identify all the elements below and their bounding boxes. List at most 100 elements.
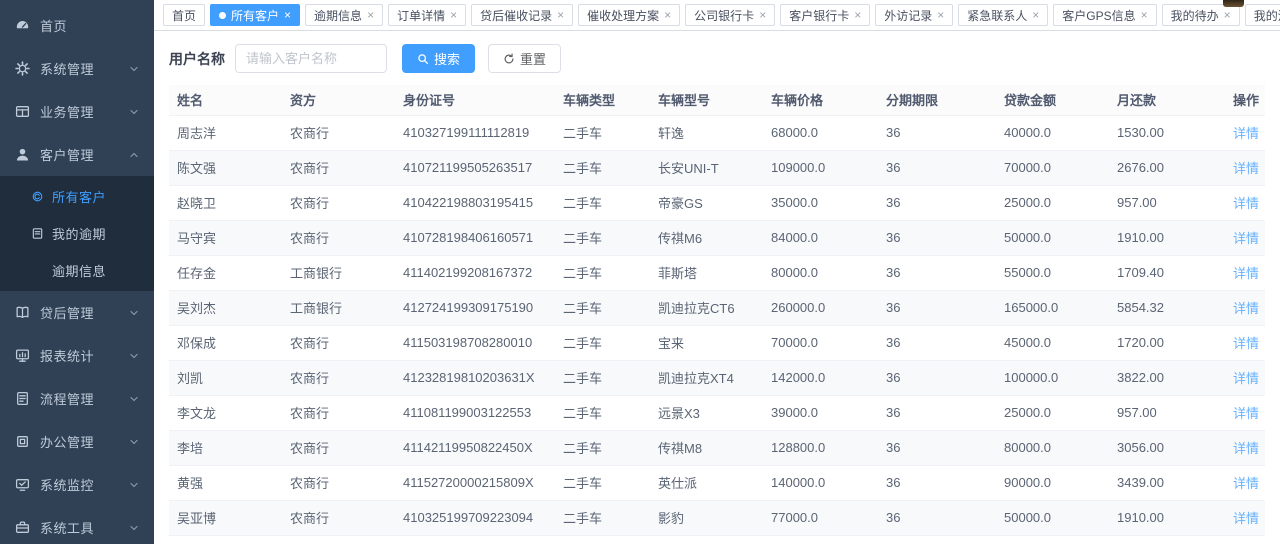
table-cell: 1720.00 [1109, 325, 1219, 360]
detail-link[interactable]: 详情 [1233, 336, 1259, 351]
tab-customer-gps[interactable]: 客户GPS信息 × [1053, 4, 1156, 26]
overdue-book-icon [31, 227, 44, 240]
refresh-icon [503, 53, 515, 65]
column-header: 资方 [282, 85, 395, 115]
sidebar-item-overdue-info[interactable]: 逾期信息 [0, 252, 154, 289]
table-cell [650, 535, 763, 544]
actions-cell: 详情 [1219, 115, 1265, 150]
table-cell: 传祺M8 [650, 430, 763, 465]
detail-link[interactable]: 详情 [1233, 301, 1259, 316]
detail-link[interactable]: 详情 [1233, 196, 1259, 211]
sidebar-item-customer-management[interactable]: 客户管理 [0, 133, 154, 176]
chevron-down-icon [128, 63, 140, 75]
table-cell: 90000.0 [996, 465, 1109, 500]
detail-link[interactable]: 详情 [1233, 441, 1259, 456]
actions-cell: 详情 [1219, 430, 1265, 465]
tab-close-icon[interactable]: × [1032, 9, 1039, 21]
tab-close-icon[interactable]: × [284, 9, 291, 21]
customer-name-input[interactable] [235, 44, 387, 73]
table-cell [878, 535, 996, 544]
table-cell: 36 [878, 255, 996, 290]
table-cell: 二手车 [555, 325, 650, 360]
table-cell: 41152720000215809X [395, 465, 555, 500]
table-cell: 50000.0 [996, 220, 1109, 255]
table-cell: 李培 [169, 430, 282, 465]
tab-close-icon[interactable]: × [854, 9, 861, 21]
table-cell: 411081199003122553 [395, 395, 555, 430]
table-cell: 二手车 [555, 185, 650, 220]
tab-close-icon[interactable]: × [759, 9, 766, 21]
table-cell [395, 535, 555, 544]
chevron-down-icon [128, 479, 140, 491]
table-cell: 刘凯 [169, 360, 282, 395]
search-button[interactable]: 搜索 [402, 44, 475, 73]
tab-collection-records[interactable]: 贷后催收记录 × [471, 4, 573, 26]
detail-link[interactable]: 详情 [1233, 161, 1259, 176]
table-cell: 100000.0 [996, 360, 1109, 395]
sidebar-item-home[interactable]: 首页 [0, 4, 154, 47]
table-cell: 70000.0 [763, 325, 878, 360]
sidebar-item-report-statistics[interactable]: 报表统计 [0, 334, 154, 377]
tab-close-icon[interactable]: × [450, 9, 457, 21]
table-cell: 35000.0 [763, 185, 878, 220]
sidebar-item-my-overdue[interactable]: 我的逾期 [0, 215, 154, 252]
table-cell [763, 535, 878, 544]
chevron-down-icon [128, 393, 140, 405]
tab-visit-records[interactable]: 外访记录 × [875, 4, 953, 26]
sidebar-item-system-tools[interactable]: 系统工具 [0, 506, 154, 544]
detail-link[interactable]: 详情 [1233, 476, 1259, 491]
detail-link[interactable]: 详情 [1233, 266, 1259, 281]
column-header: 分期期限 [878, 85, 996, 115]
sidebar-item-system-monitor[interactable]: 系统监控 [0, 463, 154, 506]
sidebar-item-process-management[interactable]: 流程管理 [0, 377, 154, 420]
tab-all-customers[interactable]: 所有客户 × [210, 4, 300, 26]
table-cell: 宝来 [650, 325, 763, 360]
table-cell: 吴亚博 [169, 500, 282, 535]
tab-close-icon[interactable]: × [1224, 9, 1231, 21]
table-cell: 45000.0 [996, 325, 1109, 360]
detail-link[interactable]: 详情 [1233, 126, 1259, 141]
tab-customer-bank-card[interactable]: 客户银行卡 × [780, 4, 870, 26]
table-cell: 远景X3 [650, 395, 763, 430]
tab-collection-plan[interactable]: 催收处理方案 × [578, 4, 680, 26]
table-cell: 36 [878, 395, 996, 430]
sidebar-item-business-management[interactable]: 业务管理 [0, 90, 154, 133]
tab-close-icon[interactable]: × [367, 9, 374, 21]
table-cell: 任存金 [169, 255, 282, 290]
tab-overdue-info[interactable]: 逾期信息 × [305, 4, 383, 26]
table-cell: 凯迪拉克CT6 [650, 290, 763, 325]
table-cell: 农商行 [282, 430, 395, 465]
tab-close-icon[interactable]: × [557, 9, 564, 21]
column-header: 身份证号 [395, 85, 555, 115]
chevron-down-icon [128, 106, 140, 118]
tab-emergency-contacts[interactable]: 紧急联系人 × [958, 4, 1048, 26]
reset-button[interactable]: 重置 [488, 44, 561, 73]
chevron-up-icon [128, 149, 140, 161]
detail-link[interactable]: 详情 [1233, 406, 1259, 421]
table-cell: 70000.0 [996, 150, 1109, 185]
table-cell: 36 [878, 500, 996, 535]
tab-my-process[interactable]: 我的流程 × [1245, 4, 1280, 26]
tab-close-icon[interactable]: × [1141, 9, 1148, 21]
sidebar-item-system-management[interactable]: 系统管理 [0, 47, 154, 90]
tab-close-icon[interactable]: × [664, 9, 671, 21]
table-cell: 二手车 [555, 500, 650, 535]
table-cell: 25000.0 [996, 395, 1109, 430]
gear-icon [15, 61, 30, 76]
sidebar-item-office-management[interactable]: 办公管理 [0, 420, 154, 463]
table-cell: 农商行 [282, 500, 395, 535]
sidebar-item-all-customers[interactable]: 所有客户 [0, 178, 154, 215]
detail-link[interactable]: 详情 [1233, 371, 1259, 386]
tab-order-detail[interactable]: 订单详情 × [388, 4, 466, 26]
table-cell: 36 [878, 430, 996, 465]
avatar[interactable] [1223, 0, 1244, 7]
tab-close-icon[interactable]: × [937, 9, 944, 21]
tab-my-todo[interactable]: 我的待办 × [1162, 4, 1240, 26]
detail-link[interactable]: 详情 [1233, 511, 1259, 526]
tab-home[interactable]: 首页 × [163, 4, 205, 26]
tab-company-bank-card[interactable]: 公司银行卡 × [685, 4, 775, 26]
detail-link[interactable]: 详情 [1233, 231, 1259, 246]
chevron-down-icon [128, 436, 140, 448]
table-row: 任存金工商银行411402199208167372二手车菲斯塔80000.036… [169, 255, 1265, 290]
sidebar-item-loan-post-management[interactable]: 贷后管理 [0, 291, 154, 334]
